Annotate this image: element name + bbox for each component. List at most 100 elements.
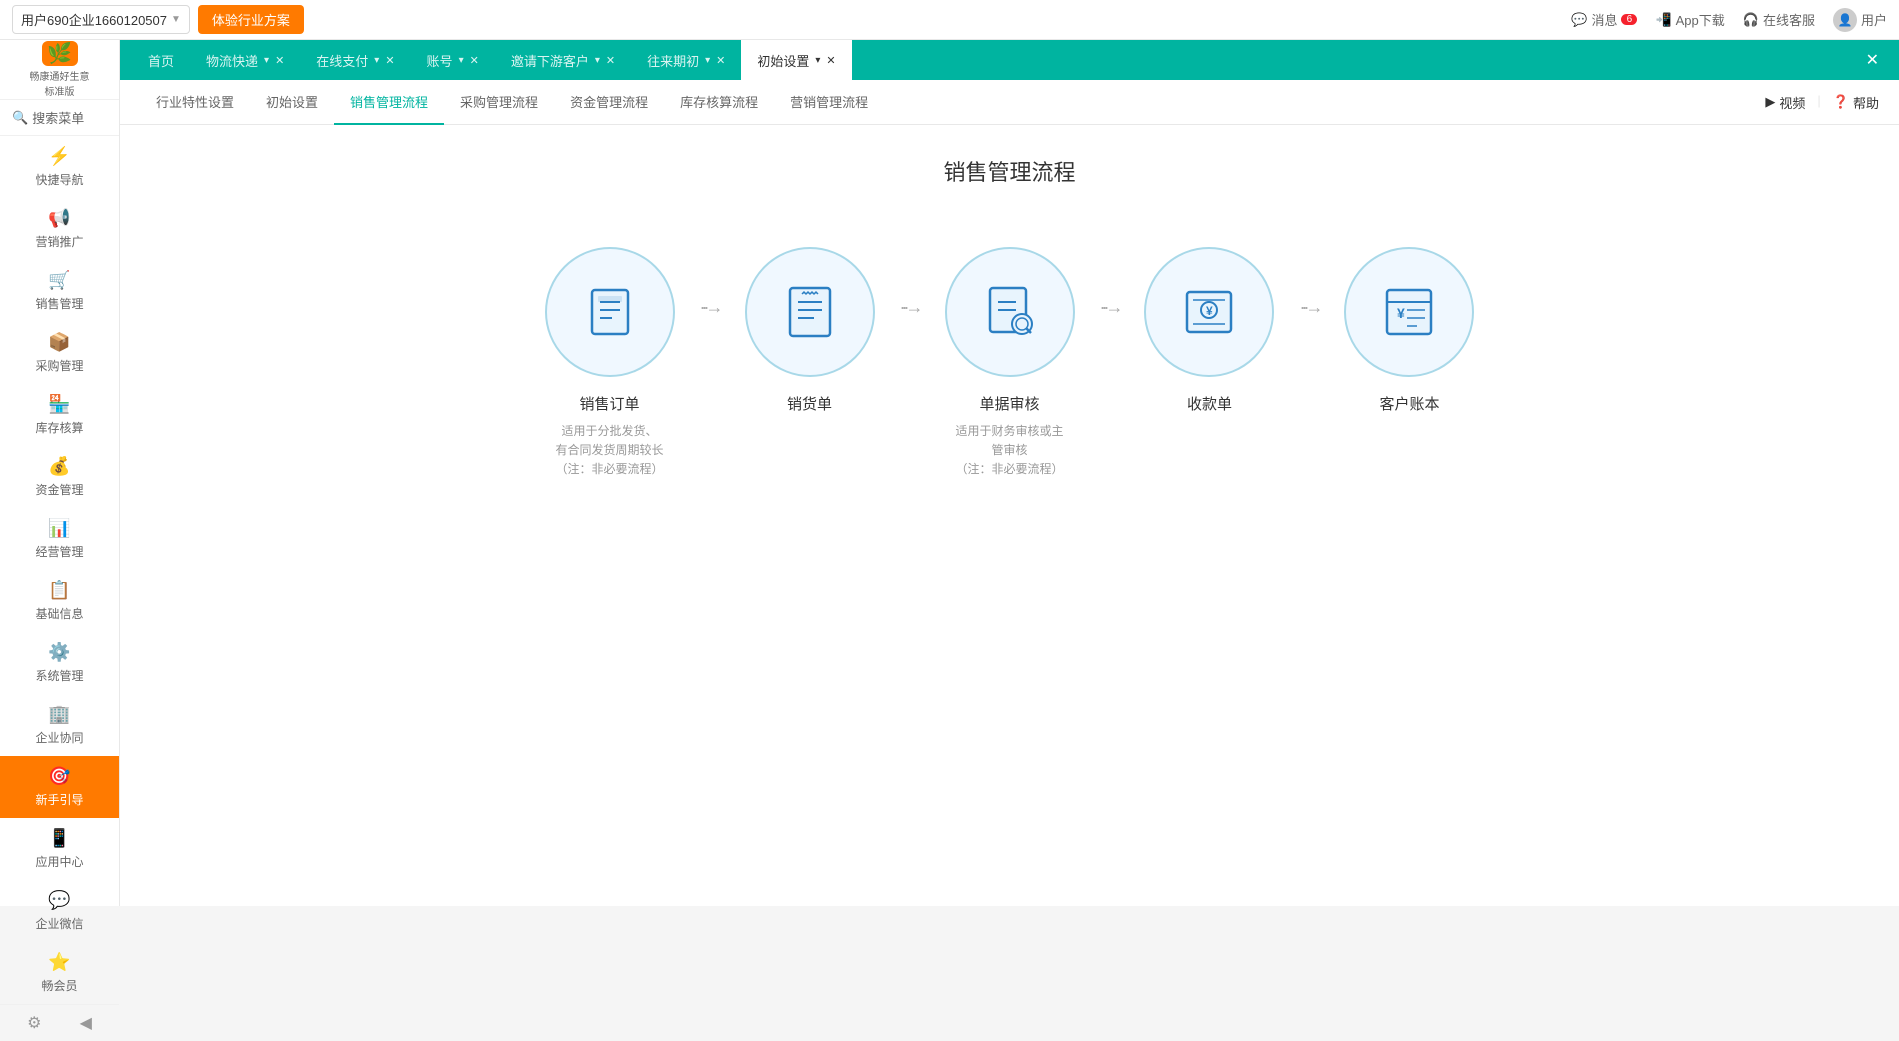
- video-label: 视频: [1779, 93, 1805, 112]
- nav-tab-payment[interactable]: 在线支付▾✕: [300, 40, 410, 80]
- message-badge: 6: [1621, 14, 1637, 25]
- flow-desc-audit: 适用于财务审核或主管审核（注：非必要流程）: [955, 422, 1063, 480]
- sidebar-item-purchase[interactable]: 📦 采购管理: [0, 322, 119, 384]
- chevron-down-icon: ▾: [595, 55, 600, 66]
- sub-tabs: 行业特性设置初始设置销售管理流程采购管理流程资金管理流程库存核算流程营销管理流程…: [120, 80, 1899, 125]
- sub-tab-finance-flow[interactable]: 资金管理流程: [554, 80, 664, 125]
- nav-tab-invite[interactable]: 邀请下游客户▾✕: [495, 40, 631, 80]
- flow-circle-sales-bill: [745, 247, 875, 377]
- sidebar-search[interactable]: 🔍 搜索菜单: [0, 100, 119, 136]
- sub-tab-marketing-flow[interactable]: 营销管理流程: [774, 80, 884, 125]
- sidebar-item-member[interactable]: ⭐畅会员: [0, 942, 119, 1004]
- sidebar-item-guide[interactable]: 🎯新手引导: [0, 756, 119, 818]
- flow-label-audit: 单据审核: [979, 393, 1039, 414]
- sub-tab-industry[interactable]: 行业特性设置: [140, 80, 250, 125]
- flow-label-receipt: 收款单: [1187, 393, 1232, 414]
- video-help-button[interactable]: ▶ 视频: [1765, 93, 1805, 112]
- sidebar-icon-enterprise: 🏢: [48, 704, 70, 725]
- sidebar-item-enterprise[interactable]: 🏢企业协同: [0, 694, 119, 756]
- app-download-button[interactable]: 📲 App下载: [1655, 10, 1724, 29]
- flow-label-sales-order: 销售订单: [580, 393, 640, 414]
- nav-tab-close-invite[interactable]: ✕: [606, 54, 615, 67]
- sidebar-icon-appCenter: 📱: [48, 828, 70, 849]
- collapse-icon[interactable]: ◀: [80, 1013, 92, 1033]
- sidebar-item-finance[interactable]: 💰资金管理: [0, 446, 119, 508]
- sidebar-label-quick-nav: 快捷导航: [35, 171, 83, 188]
- sub-tab-initial[interactable]: 初始设置: [250, 80, 334, 125]
- chevron-down-icon: ▾: [705, 55, 710, 66]
- user-avatar-button[interactable]: 👤 用户: [1833, 8, 1887, 32]
- sidebar-items-list: ⚡快捷导航📢营销推广🛒销售管理 📦 采购管理 🏪库存核算💰资金管理📊经营管理📋基础信息…: [0, 136, 119, 1004]
- online-service-button[interactable]: 🎧 在线客服: [1743, 10, 1815, 29]
- content-area: 行业特性设置初始设置销售管理流程采购管理流程资金管理流程库存核算流程营销管理流程…: [120, 80, 1899, 906]
- nav-tab-close-logistics[interactable]: ✕: [275, 54, 284, 67]
- logo-symbol: 🌿: [47, 41, 72, 66]
- sidebar-label-guide: 新手引导: [35, 791, 83, 808]
- nav-tab-label-logistics: 物流快递: [206, 51, 258, 70]
- sub-tab-label-industry: 行业特性设置: [156, 92, 234, 111]
- help-icon: ❓: [1833, 94, 1849, 110]
- sidebar-item-system[interactable]: ⚙️系统管理: [0, 632, 119, 694]
- sidebar-label-purchase: 采购管理: [35, 357, 83, 374]
- sidebar-item-sales[interactable]: 🛒销售管理: [0, 260, 119, 322]
- sidebar-icon-purchase: 📦: [48, 332, 70, 353]
- chevron-down-icon: ▾: [459, 55, 464, 66]
- nav-tab-close-payment[interactable]: ✕: [385, 54, 394, 67]
- sub-tab-inventory-flow[interactable]: 库存核算流程: [664, 80, 774, 125]
- flow-item-audit[interactable]: 单据审核 适用于财务审核或主管审核（注：非必要流程）: [920, 247, 1100, 480]
- nav-tab-label-period: 往来期初: [647, 51, 699, 70]
- sub-tab-label-purchase-flow: 采购管理流程: [460, 92, 538, 111]
- nav-tab-label-payment: 在线支付: [316, 51, 368, 70]
- sidebar-icon-member: ⭐: [48, 952, 70, 973]
- help-label: 帮助: [1853, 93, 1879, 112]
- flow-desc-sales-order: 适用于分批发货、有合同发货周期较长（注：非必要流程）: [556, 422, 664, 480]
- sidebar-item-appCenter[interactable]: 📱应用中心: [0, 818, 119, 880]
- chevron-down-icon: ▾: [264, 55, 269, 66]
- flow-arrow-1: ···→: [900, 247, 920, 318]
- sidebar-icon-wechat: 💬: [48, 890, 70, 911]
- nav-tab-logistics[interactable]: 物流快递 ▾ ✕: [190, 40, 300, 80]
- sidebar-item-operation[interactable]: 📊经营管理: [0, 508, 119, 570]
- nav-tab-home[interactable]: 首页: [132, 40, 190, 80]
- flow-item-sales-bill[interactable]: 销货单: [720, 247, 900, 422]
- nav-tab-close-setup[interactable]: ✕: [826, 54, 835, 67]
- flow-item-customer-account[interactable]: ¥ 客户账本: [1319, 247, 1499, 422]
- nav-tab-account[interactable]: 账号▾✕: [411, 40, 495, 80]
- nav-tab-setup[interactable]: 初始设置▾✕: [741, 40, 851, 80]
- sub-tab-sales-flow[interactable]: 销售管理流程: [334, 80, 444, 125]
- search-icon: 🔍: [12, 110, 28, 126]
- help-button[interactable]: ❓ 帮助: [1833, 93, 1879, 112]
- settings-icon[interactable]: ⚙: [27, 1013, 41, 1033]
- chevron-down-icon: ▾: [815, 55, 820, 66]
- sub-tab-label-inventory-flow: 库存核算流程: [680, 92, 758, 111]
- sidebar-label-marketing: 营销推广: [35, 233, 83, 250]
- online-service-label: 在线客服: [1763, 10, 1815, 29]
- main-layout: 🌿 畅康通好生意 标准版 🔍 搜索菜单 ⚡快捷导航📢营销推广🛒销售管理 📦 采购管理…: [0, 40, 1899, 906]
- flow-item-receipt[interactable]: ¥ 收款单: [1119, 247, 1299, 422]
- sidebar-item-basic[interactable]: 📋基础信息: [0, 570, 119, 632]
- trial-button[interactable]: 体验行业方案: [198, 5, 304, 34]
- page-body: 销售管理流程 销售订单 适用于分批发货、有合同发货周期较长（注：非必要流程） ·…: [120, 125, 1899, 906]
- flow-circle-audit: [945, 247, 1075, 377]
- app-download-label: App下载: [1676, 10, 1725, 29]
- nav-close-all-button[interactable]: ✕: [1858, 50, 1887, 70]
- logo-area: 🌿 畅康通好生意 标准版: [0, 40, 119, 100]
- message-button[interactable]: 💬 消息 6: [1571, 10, 1637, 29]
- nav-tab-close-period[interactable]: ✕: [716, 54, 725, 67]
- page-title: 销售管理流程: [943, 155, 1075, 187]
- sidebar-item-wechat[interactable]: 💬企业微信: [0, 880, 119, 942]
- flow-item-sales-order[interactable]: 销售订单 适用于分批发货、有合同发货周期较长（注：非必要流程）: [520, 247, 700, 480]
- sidebar-item-marketing[interactable]: 📢营销推广: [0, 198, 119, 260]
- sidebar: 🌿 畅康通好生意 标准版 🔍 搜索菜单 ⚡快捷导航📢营销推广🛒销售管理 📦 采购管理…: [0, 40, 120, 906]
- user-name-label: 用户: [1861, 10, 1887, 29]
- nav-tab-close-account[interactable]: ✕: [470, 54, 479, 67]
- user-selector[interactable]: 用户690企业1660120507 ▼: [12, 5, 190, 34]
- sidebar-item-quick-nav[interactable]: ⚡快捷导航: [0, 136, 119, 198]
- top-bar: 用户690企业1660120507 ▼ 体验行业方案 💬 消息 6 📲 App下…: [0, 0, 1899, 40]
- sub-tab-purchase-flow[interactable]: 采购管理流程: [444, 80, 554, 125]
- flow-arrow-2: ···→: [1100, 247, 1120, 318]
- sidebar-item-inventory[interactable]: 🏪库存核算: [0, 384, 119, 446]
- sidebar-label-sales: 销售管理: [35, 295, 83, 312]
- flow-arrow-0: ···→: [700, 247, 720, 318]
- nav-tab-period[interactable]: 往来期初 ▾ ✕: [631, 40, 741, 80]
